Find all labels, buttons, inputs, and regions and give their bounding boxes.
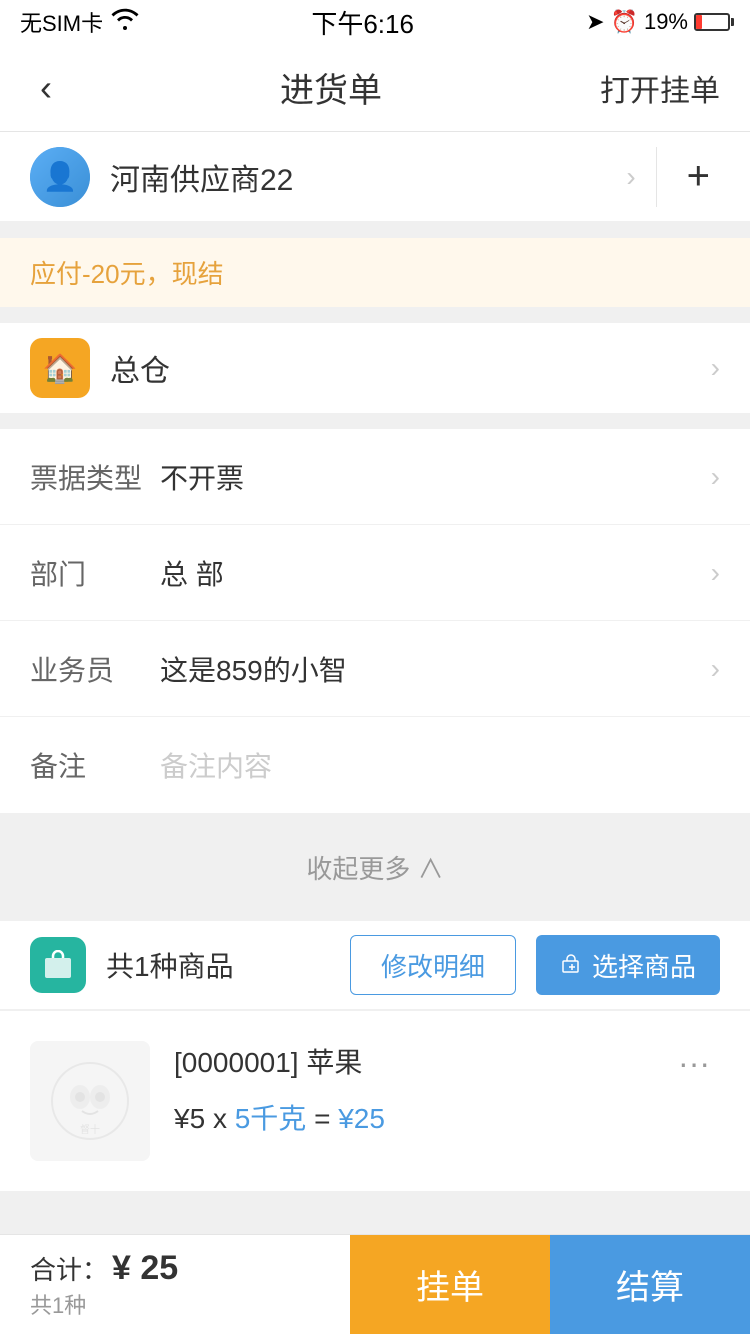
product-name: [0000001] 苹果 (174, 1041, 644, 1081)
alarm-icon: ⏰ (611, 9, 638, 35)
note-label: 备注 (30, 745, 160, 785)
status-right: ➤ ⏰ 19% (586, 9, 730, 35)
department-row[interactable]: 部门 总 部 › (0, 525, 750, 621)
chevron-right-icon: › (711, 461, 720, 493)
note-row[interactable]: 备注 备注内容 (0, 717, 750, 813)
warehouse-icon: 🏠 (30, 338, 90, 398)
edit-detail-button[interactable]: 修改明细 (350, 935, 516, 995)
divider (656, 147, 657, 207)
product-name-text: 苹果 (306, 1047, 362, 1078)
select-product-label: 选择商品 (592, 947, 696, 984)
total-label: 合计： (30, 1250, 108, 1287)
notice-bar: 应付-20元，现结 (0, 238, 750, 307)
chevron-right-icon: › (711, 557, 720, 589)
product-unit-price: ¥5 (174, 1103, 205, 1134)
department-label: 部门 (30, 553, 160, 593)
sales-label: 业务员 (30, 649, 160, 689)
content: 👤 河南供应商22 › + 应付-20元，现结 🏠 总仓 › 票据类型 不开票 … (0, 132, 750, 1291)
supplier-name: 河南供应商22 (110, 155, 626, 199)
checkout-button[interactable]: 结算 (550, 1235, 750, 1334)
status-left: 无SIM卡 (20, 6, 139, 38)
product-item: 督十 [0000001] 苹果 ¥5 x 5千克 = ¥25 ··· (0, 1011, 750, 1191)
notice-text: 应付-20元，现结 (30, 259, 224, 289)
sales-value: 这是859的小智 (160, 649, 711, 689)
chevron-right-icon: › (711, 653, 720, 685)
supplier-avatar: 👤 (30, 147, 90, 207)
invoice-value: 不开票 (160, 457, 711, 497)
avatar-icon: 👤 (43, 160, 78, 193)
product-thumbnail: 督十 (30, 1041, 150, 1161)
note-value[interactable]: 备注内容 (160, 745, 720, 785)
collapse-button[interactable]: 收起更多 ∧ (0, 829, 750, 905)
price-separator: x (213, 1103, 235, 1134)
chevron-right-icon: › (711, 352, 720, 384)
product-quantity: 5千克 (235, 1103, 307, 1134)
product-price: ¥5 x 5千克 = ¥25 (174, 1097, 644, 1137)
hang-button[interactable]: 挂单 (350, 1235, 550, 1334)
status-bar: 无SIM卡 下午6:16 ➤ ⏰ 19% (0, 0, 750, 44)
nav-bar: ‹ 进货单 打开挂单 (0, 44, 750, 132)
invoice-label: 票据类型 (30, 457, 160, 497)
total-count: 共1种 (30, 1288, 320, 1320)
location-icon: ➤ (586, 9, 604, 35)
svg-text:督十: 督十 (80, 1123, 100, 1136)
open-hang-button[interactable]: 打开挂单 (600, 66, 720, 110)
wifi-icon (111, 8, 139, 36)
supplier-section: 👤 河南供应商22 › + (0, 132, 750, 222)
back-button[interactable]: ‹ (30, 57, 62, 119)
bottom-bar: 合计： ¥ 25 共1种 挂单 结算 (0, 1234, 750, 1334)
status-time: 下午6:16 (311, 4, 414, 41)
invoice-row[interactable]: 票据类型 不开票 › (0, 429, 750, 525)
owl-logo: 督十 (50, 1061, 130, 1141)
battery-percent: 19% (644, 9, 688, 35)
warehouse-name: 总仓 (110, 346, 711, 390)
battery-icon (694, 13, 730, 31)
cart-icon (560, 953, 584, 977)
products-icon (30, 937, 86, 993)
total-area: 合计： ¥ 25 共1种 (0, 1235, 350, 1334)
supplier-row[interactable]: 👤 河南供应商22 › + (0, 132, 750, 222)
product-code: [0000001] (174, 1047, 299, 1078)
product-count-label: 共1种商品 (106, 945, 330, 985)
product-menu-button[interactable]: ··· (668, 1041, 720, 1086)
form-section: 票据类型 不开票 › 部门 总 部 › 业务员 这是859的小智 › 备注 备注… (0, 429, 750, 813)
chevron-right-icon: › (626, 161, 635, 193)
equals-sign: = (314, 1103, 338, 1134)
department-value: 总 部 (160, 553, 711, 593)
warehouse-row[interactable]: 🏠 总仓 › (0, 323, 750, 413)
total-value: ¥ 25 (112, 1249, 178, 1288)
product-info: [0000001] 苹果 ¥5 x 5千克 = ¥25 (174, 1041, 644, 1137)
select-product-button[interactable]: 选择商品 (536, 935, 720, 995)
product-total-price: ¥25 (338, 1103, 385, 1134)
page-title: 进货单 (280, 63, 382, 112)
collapse-text: 收起更多 ∧ (306, 849, 443, 886)
products-header: 共1种商品 修改明细 选择商品 (0, 921, 750, 1009)
add-supplier-button[interactable]: + (677, 144, 720, 209)
sales-row[interactable]: 业务员 这是859的小智 › (0, 621, 750, 717)
carrier-text: 无SIM卡 (20, 6, 103, 38)
